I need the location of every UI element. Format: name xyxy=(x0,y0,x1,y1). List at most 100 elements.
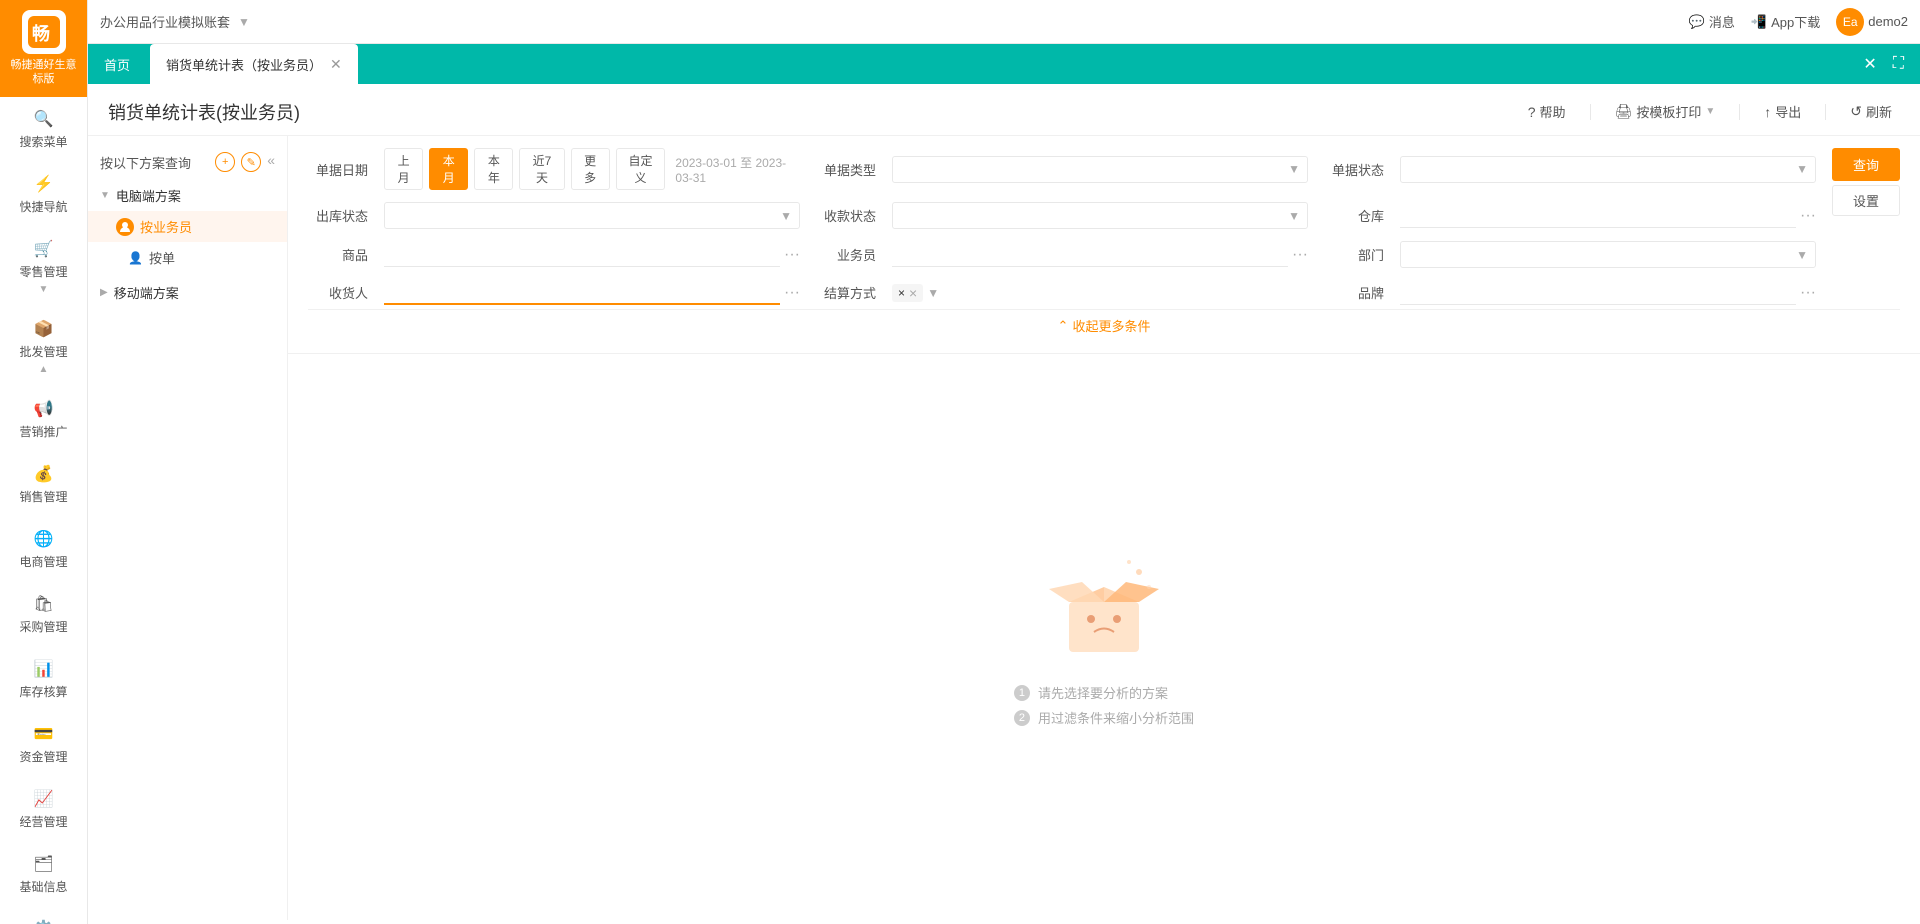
page-content: 销货单统计表(按业务员) ? 帮助 🖨 按模板打印 ▼ ↑ xyxy=(88,84,1920,924)
app-download-button[interactable]: 📲 App下载 xyxy=(1751,12,1820,31)
retail-arrow-icon: ▼ xyxy=(39,284,49,295)
sidebar-item-retail[interactable]: 🛒 零售管理 ▼ xyxy=(0,227,87,307)
date-btn-last-month[interactable]: 上月 xyxy=(384,148,423,190)
sidebar-item-quick-nav[interactable]: ⚡ 快捷导航 xyxy=(0,162,87,227)
export-button[interactable]: ↑ 导出 xyxy=(1756,98,1809,125)
filter-row-3: 商品 ··· 业务员 ··· xyxy=(308,241,1816,268)
salesperson-dots-icon[interactable]: ··· xyxy=(1292,247,1308,263)
query-button[interactable]: 查询 xyxy=(1832,148,1900,181)
consignee-dots-icon[interactable]: ··· xyxy=(784,285,800,301)
dept-label: 部门 xyxy=(1324,245,1384,264)
left-panel-title: 按以下方案查询 xyxy=(100,153,191,172)
goods-dots-icon[interactable]: ··· xyxy=(784,247,800,263)
dept-select[interactable] xyxy=(1400,241,1816,268)
finance-icon: 💳 xyxy=(34,724,54,744)
help-button[interactable]: ? 帮助 xyxy=(1520,98,1574,125)
add-scheme-button[interactable]: + xyxy=(215,152,235,172)
doc-type-select-wrap: ▼ xyxy=(892,156,1308,183)
tab-bar: 首页 销货单统计表（按业务员） ✕ ✕ ⛶ xyxy=(88,44,1920,84)
consignee-label: 收货人 xyxy=(308,283,368,302)
warehouse-input[interactable] xyxy=(1400,204,1796,228)
print-button[interactable]: 🖨 按模板打印 ▼ xyxy=(1607,98,1724,125)
date-btn-custom[interactable]: 自定义 xyxy=(616,148,666,190)
receipt-status-select[interactable] xyxy=(892,202,1308,229)
tab-close-all-button[interactable]: ✕ xyxy=(1859,50,1880,78)
export-icon: ↑ xyxy=(1764,104,1771,120)
sidebar-item-finance[interactable]: 💳 资金管理 xyxy=(0,712,87,777)
sidebar: 畅 畅捷通好生意 标版 🔍 搜索菜单 ⚡ 快捷导航 🛒 零售管理 ▼ 📦 批发管… xyxy=(0,0,88,924)
edit-scheme-button[interactable]: ✎ xyxy=(241,152,261,172)
date-btn-this-year[interactable]: 本年 xyxy=(474,148,513,190)
tab-home[interactable]: 首页 xyxy=(88,44,146,84)
print-arrow-icon: ▼ xyxy=(1705,106,1715,117)
wholesale-arrow-icon: ▲ xyxy=(39,364,49,375)
basic-icon: 🗂 xyxy=(33,854,53,874)
salesperson-input[interactable] xyxy=(892,243,1288,267)
export-label: 导出 xyxy=(1775,102,1801,121)
setting-button[interactable]: 设置 xyxy=(1832,185,1900,216)
tab-home-label: 首页 xyxy=(104,55,130,74)
brand-dots-icon[interactable]: ··· xyxy=(1800,285,1816,301)
sidebar-item-basic[interactable]: 🗂 基础信息 xyxy=(0,842,87,907)
sidebar-item-sales[interactable]: 💰 销售管理 xyxy=(0,452,87,517)
page-inner: 销货单统计表(按业务员) ? 帮助 🖨 按模板打印 ▼ ↑ xyxy=(88,84,1920,924)
sidebar-item-operation[interactable]: 📈 经营管理 xyxy=(0,777,87,842)
empty-tip-1: 1 请先选择要分析的方案 xyxy=(1014,683,1194,702)
warehouse-dots-icon[interactable]: ··· xyxy=(1800,208,1816,224)
goods-input[interactable] xyxy=(384,243,780,267)
brand-label: 品牌 xyxy=(1324,283,1384,302)
refresh-icon: ↺ xyxy=(1850,103,1862,120)
settlement-tag-close-icon[interactable]: × xyxy=(909,286,917,300)
mobile-scheme-title[interactable]: ▶ 移动端方案 xyxy=(88,277,287,308)
settlement-tag: × × xyxy=(892,284,923,302)
sidebar-item-inventory[interactable]: 📊 库存核算 xyxy=(0,647,87,712)
doc-type-select[interactable] xyxy=(892,156,1308,183)
user-area[interactable]: Ea demo2 xyxy=(1836,8,1908,36)
consignee-input[interactable] xyxy=(384,280,780,305)
sidebar-item-system[interactable]: ⚙️ 系统管理 xyxy=(0,907,87,924)
doc-status-select[interactable] xyxy=(1400,156,1816,183)
top-header: 办公用品行业模拟账套 ▼ 💬 消息 📲 App下载 Ea demo2 xyxy=(88,0,1920,44)
sidebar-item-search[interactable]: 🔍 搜索菜单 xyxy=(0,97,87,162)
collapse-panel-button[interactable]: « xyxy=(267,152,275,172)
refresh-button[interactable]: ↺ 刷新 xyxy=(1842,98,1900,125)
sidebar-item-wholesale[interactable]: 📦 批发管理 ▲ xyxy=(0,307,87,387)
tip-num-2: 2 xyxy=(1014,710,1030,726)
goods-input-group: ··· xyxy=(384,243,800,267)
sidebar-item-ecommerce[interactable]: 🌐 电商管理 xyxy=(0,517,87,582)
warehouse-label: 仓库 xyxy=(1324,206,1384,225)
sidebar-item-marketing[interactable]: 📢 营销推广 xyxy=(0,387,87,452)
breadcrumb-arrow-icon[interactable]: ▼ xyxy=(238,15,250,29)
refresh-label: 刷新 xyxy=(1866,102,1892,121)
sales-icon: 💰 xyxy=(34,464,54,484)
tab-close-icon[interactable]: ✕ xyxy=(330,56,342,73)
scheme-item-salesperson[interactable]: 按业务员 xyxy=(88,211,287,242)
tab-sales-stat[interactable]: 销货单统计表（按业务员） ✕ xyxy=(150,44,358,84)
breadcrumb: 办公用品行业模拟账套 xyxy=(100,12,230,31)
wholesale-icon: 📦 xyxy=(34,319,54,339)
action-divider-3 xyxy=(1825,104,1826,120)
empty-icon xyxy=(1044,547,1164,667)
salesperson-label: 业务员 xyxy=(816,245,876,264)
date-btn-this-month[interactable]: 本月 xyxy=(429,148,468,190)
download-icon: 📲 xyxy=(1751,14,1767,30)
date-btn-more[interactable]: 更多 xyxy=(571,148,610,190)
desktop-scheme-title[interactable]: ▼ 电脑端方案 xyxy=(88,180,287,211)
brand-input[interactable] xyxy=(1400,281,1796,305)
logo[interactable]: 畅 畅捷通好生意 标版 xyxy=(0,0,87,97)
print-label: 按模板打印 xyxy=(1636,102,1701,121)
breadcrumb-area: 办公用品行业模拟账套 ▼ xyxy=(100,12,1681,31)
tab-expand-button[interactable]: ⛶ xyxy=(1889,51,1908,77)
scheme-item-order[interactable]: 👤 按单 xyxy=(88,242,287,273)
out-status-select[interactable] xyxy=(384,202,800,229)
empty-state: 1 请先选择要分析的方案 2 用过滤条件来缩小分析范围 xyxy=(288,354,1920,920)
collapse-row[interactable]: ⌃ 收起更多条件 xyxy=(308,309,1900,341)
tab-bar-right: ✕ ⛶ xyxy=(1859,50,1920,78)
sidebar-item-quick-nav-label: 快捷导航 xyxy=(19,198,67,215)
date-btn-last-7-days[interactable]: 近7天 xyxy=(519,148,564,190)
sidebar-item-sales-label: 销售管理 xyxy=(19,488,67,505)
right-panel: 单据日期 上月 本月 本年 近7天 更多 自定义 2023-03-01 至 20… xyxy=(288,136,1920,920)
sidebar-item-purchase[interactable]: 🛍 采购管理 xyxy=(0,582,87,647)
message-button[interactable]: 💬 消息 xyxy=(1689,12,1735,31)
sidebar-item-search-label: 搜索菜单 xyxy=(19,133,67,150)
